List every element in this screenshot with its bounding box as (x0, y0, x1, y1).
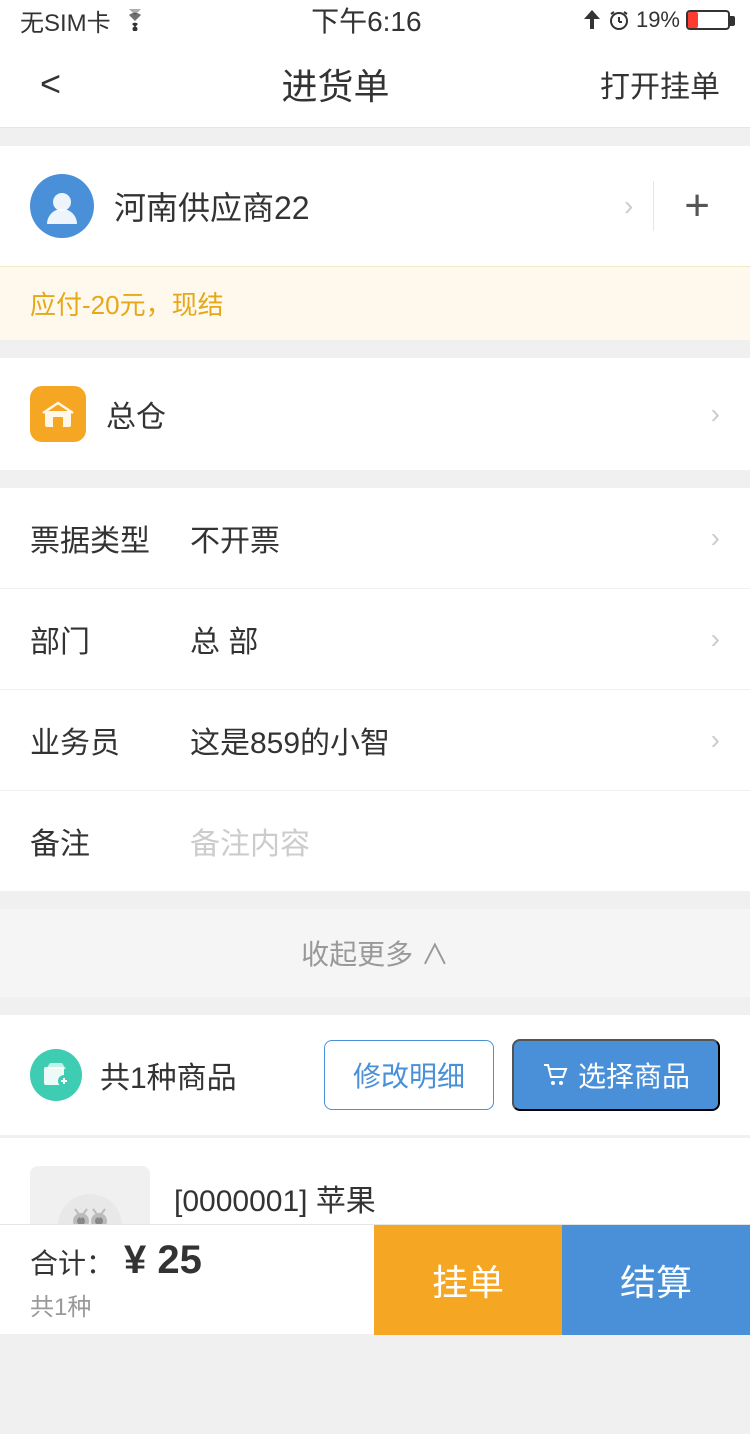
edit-detail-button[interactable]: 修改明细 (324, 1040, 494, 1110)
status-time: 下午6:16 (311, 0, 422, 40)
total-section: 合计： ¥ 25 共1种 (0, 1238, 374, 1322)
supplier-row[interactable]: 河南供应商22 › + (0, 146, 750, 266)
open-hang-button[interactable]: 打开挂单 (600, 62, 720, 106)
salesperson-chevron-icon: › (711, 724, 720, 756)
total-label: 合计： ¥ 25 (30, 1238, 344, 1283)
supplier-notice: 应付-20元，现结 (0, 266, 750, 340)
department-label: 部门 (30, 617, 190, 661)
remark-placeholder: 备注内容 (190, 819, 720, 863)
form-section: 票据类型 不开票 › 部门 总 部 › 业务员 这是859的小智 › 备注 备注… (0, 488, 750, 891)
total-count: 共1种 (30, 1287, 344, 1322)
page-title: 进货单 (282, 58, 390, 110)
invoice-type-chevron-icon: › (711, 522, 720, 554)
product-title: 苹果 (316, 1185, 376, 1218)
back-button[interactable]: < (30, 53, 71, 115)
collapse-bar[interactable]: 收起更多 ∧ (0, 909, 750, 997)
department-chevron-icon: › (711, 623, 720, 655)
hang-button[interactable]: 挂单 (374, 1225, 562, 1335)
battery-percent: 19% (636, 7, 680, 33)
nav-bar: < 进货单 打开挂单 (0, 40, 750, 128)
chevron-right-icon: › (624, 190, 633, 222)
supplier-section: 河南供应商22 › + 应付-20元，现结 (0, 146, 750, 340)
warehouse-section[interactable]: 总仓 › (0, 358, 750, 470)
select-product-button[interactable]: 选择商品 (512, 1039, 720, 1111)
invoice-type-row[interactable]: 票据类型 不开票 › (0, 488, 750, 589)
product-count-icon (30, 1049, 82, 1101)
product-code: [0000001] (174, 1185, 307, 1218)
status-right: 19% (582, 7, 730, 33)
battery-icon (686, 10, 730, 30)
select-product-label: 选择商品 (578, 1055, 690, 1095)
product-header: 共1种商品 修改明细 选择商品 (0, 1015, 750, 1136)
department-row[interactable]: 部门 总 部 › (0, 589, 750, 690)
supplier-avatar (30, 174, 94, 238)
department-value: 总 部 (190, 617, 711, 661)
product-name: [0000001] 苹果 (174, 1176, 668, 1220)
location-icon (582, 9, 602, 31)
carrier-text: 无SIM卡 (20, 3, 111, 38)
bottom-bar: 合计： ¥ 25 共1种 挂单 结算 (0, 1224, 750, 1334)
invoice-type-value: 不开票 (190, 516, 711, 560)
divider (653, 181, 654, 231)
salesperson-label: 业务员 (30, 718, 190, 762)
total-amount: ¥ 25 (124, 1238, 202, 1283)
wifi-icon (119, 9, 151, 31)
invoice-type-label: 票据类型 (30, 516, 190, 560)
cart-icon (542, 1063, 570, 1087)
alarm-icon (608, 9, 630, 31)
salesperson-row[interactable]: 业务员 这是859的小智 › (0, 690, 750, 791)
warehouse-row[interactable]: 总仓 › (0, 358, 750, 470)
status-left: 无SIM卡 (20, 3, 151, 38)
warehouse-name: 总仓 (106, 392, 711, 436)
product-count-text: 共1种商品 (100, 1053, 324, 1097)
salesperson-value: 这是859的小智 (190, 718, 711, 762)
checkout-button[interactable]: 结算 (562, 1225, 750, 1335)
status-bar: 无SIM卡 下午6:16 19% (0, 0, 750, 40)
supplier-name: 河南供应商22 (114, 183, 624, 229)
remark-label: 备注 (30, 819, 190, 863)
total-text: 合计： (30, 1242, 114, 1282)
warehouse-icon (30, 386, 86, 442)
warehouse-chevron-icon: › (711, 398, 720, 430)
remark-row[interactable]: 备注 备注内容 (0, 791, 750, 891)
add-supplier-button[interactable]: + (674, 181, 720, 231)
